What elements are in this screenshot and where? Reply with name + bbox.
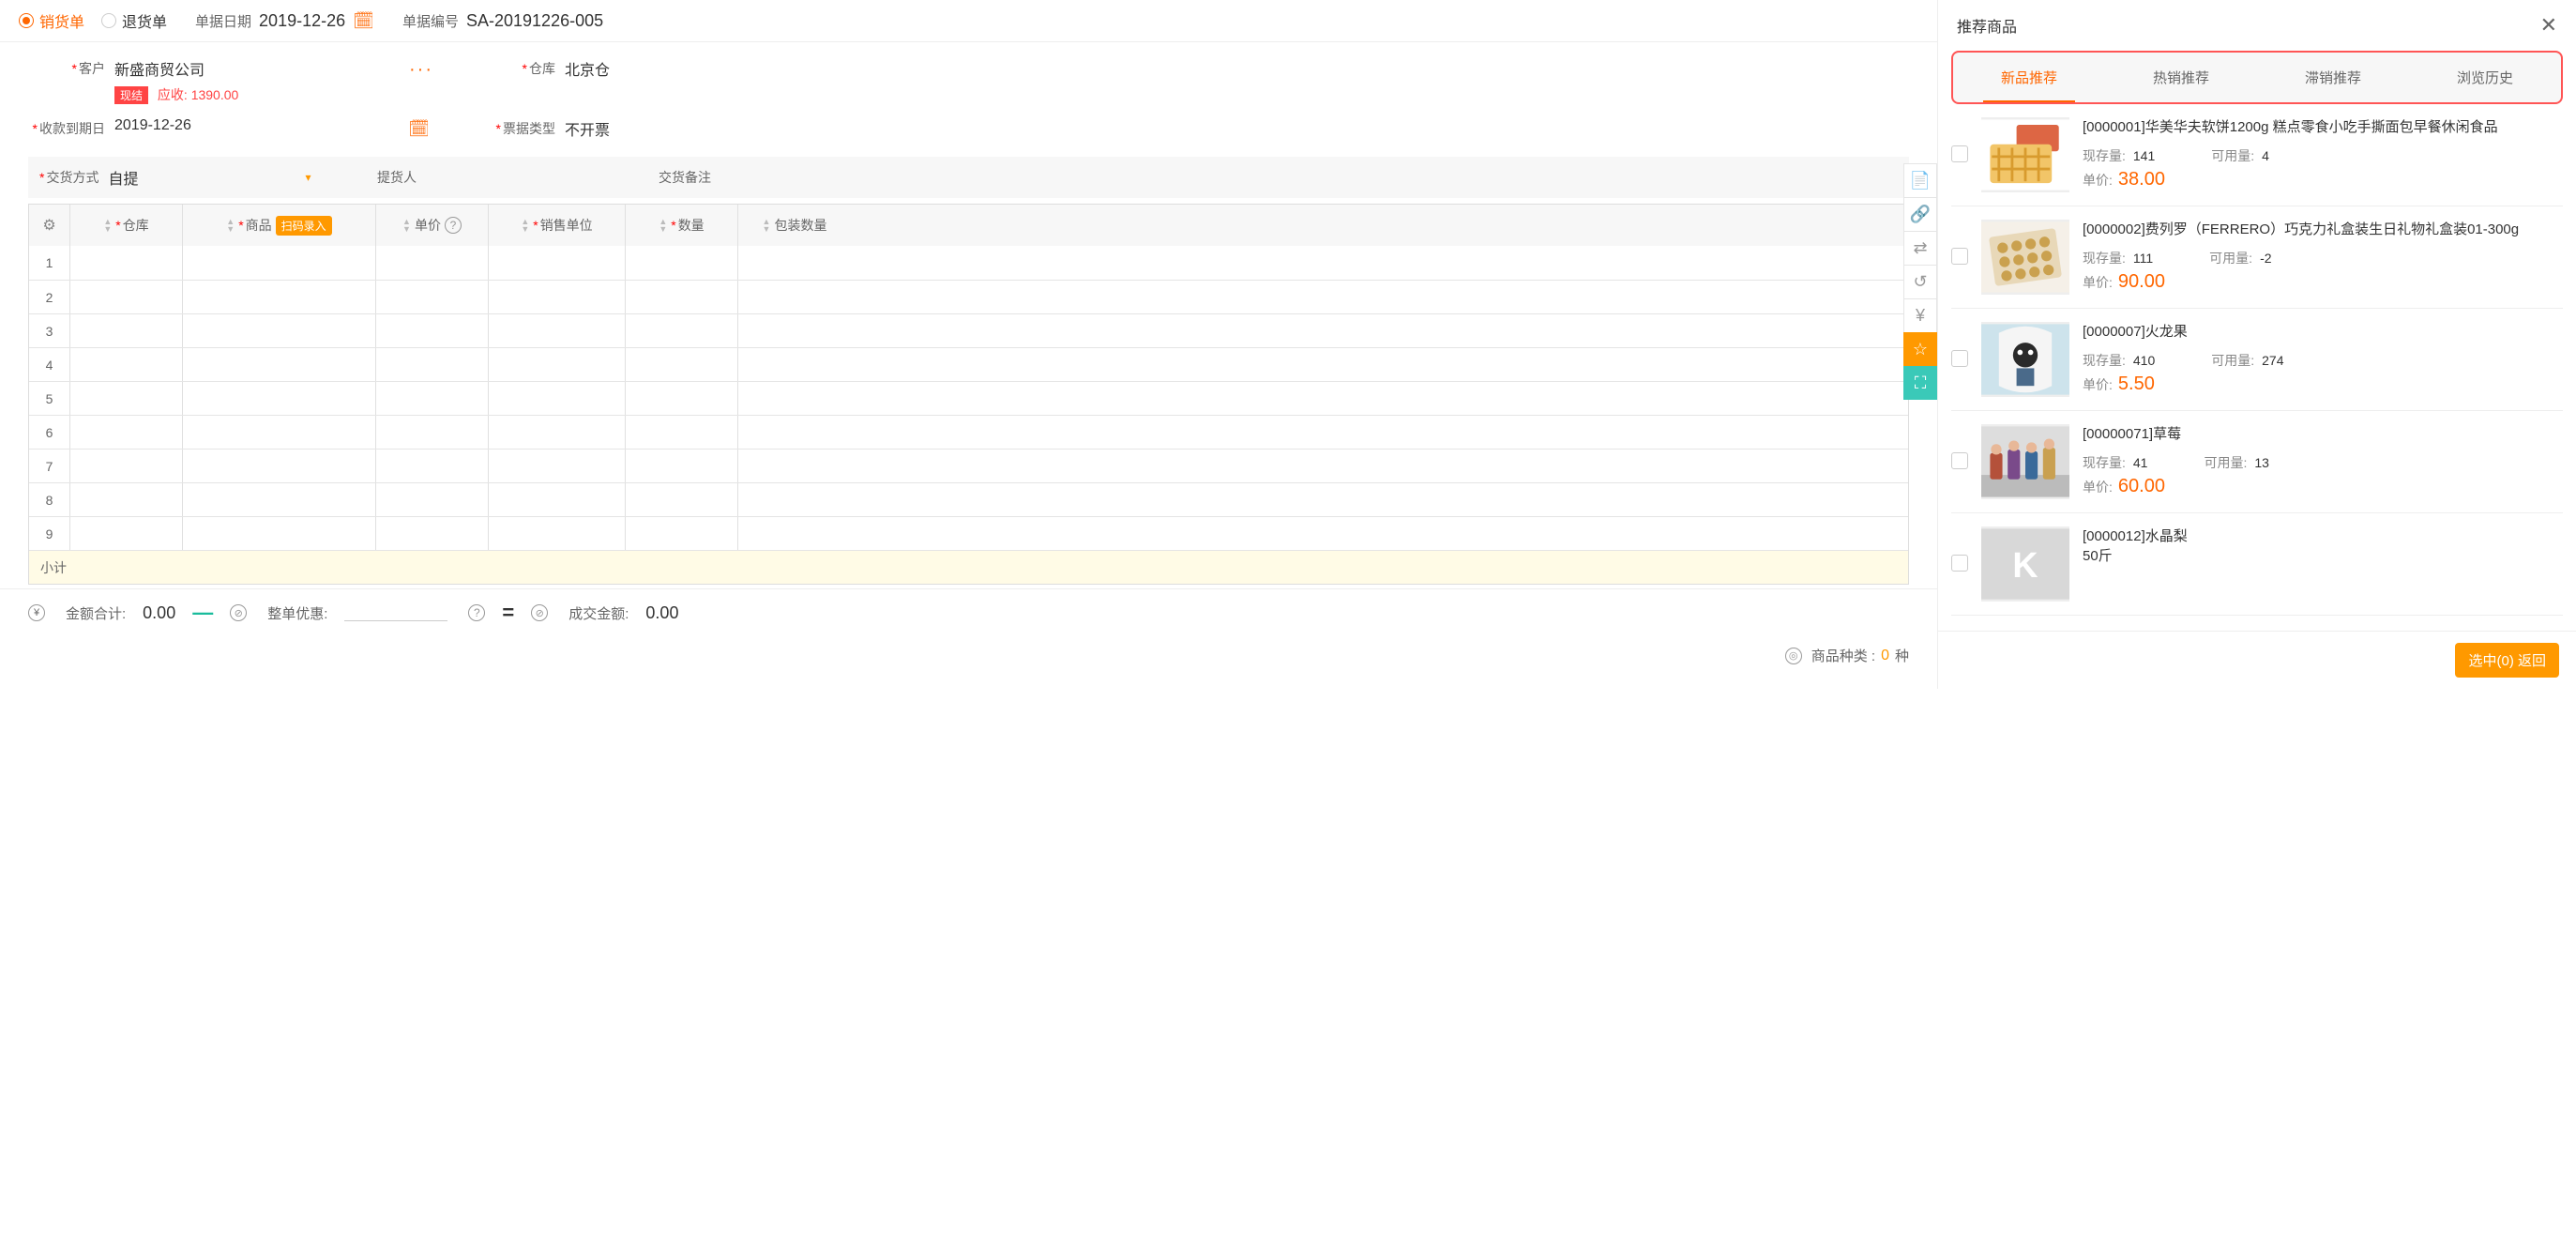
close-icon[interactable]: ✕ xyxy=(2540,13,2557,38)
table-row[interactable]: 5 xyxy=(29,381,1908,415)
product-checkbox[interactable] xyxy=(1951,248,1968,265)
table-row[interactable]: 4 xyxy=(29,347,1908,381)
no-edit-icon: ⊘ xyxy=(230,604,247,621)
doc-no-value: SA-20191226-005 xyxy=(466,11,603,31)
pay-due-field[interactable]: 2019-12-26 xyxy=(114,115,433,134)
scan-input-button[interactable]: 扫码录入 xyxy=(276,216,332,236)
calendar-icon[interactable]: 🗓 xyxy=(353,11,374,31)
delivery-mode-select[interactable]: 自提 xyxy=(108,166,311,189)
table-row[interactable]: 1 xyxy=(29,246,1908,280)
history-icon[interactable]: ↺ xyxy=(1903,265,1937,298)
table-row[interactable]: 7 xyxy=(29,449,1908,482)
info-icon[interactable]: ? xyxy=(445,217,462,234)
product-thumb xyxy=(1981,322,2069,397)
exchange-icon[interactable]: ⇄ xyxy=(1903,231,1937,265)
doc-icon[interactable]: 📄 xyxy=(1903,163,1937,197)
product-thumb: K xyxy=(1981,526,2069,602)
chevron-down-icon[interactable]: ▾ xyxy=(305,171,311,184)
customer-picker-icon[interactable]: ··· xyxy=(409,59,433,81)
product-item: [0000002]费列罗（FERRERO）巧克力礼盒装生日礼物礼盒装01-300… xyxy=(1951,206,2563,309)
product-name: [0000002]费列罗（FERRERO）巧克力礼盒装生日礼物礼盒装01-300… xyxy=(2083,220,2563,239)
tab-0[interactable]: 新品推荐 xyxy=(1953,53,2105,102)
panel-title: 推荐商品 xyxy=(1957,14,2017,37)
deal-amount: 0.00 xyxy=(645,603,678,623)
gear-icon[interactable]: ⚙ xyxy=(42,216,55,235)
sales-order-radio[interactable]: 销货单 xyxy=(19,9,84,32)
tab-1[interactable]: 热销推荐 xyxy=(2105,53,2257,102)
product-item: [0000007]火龙果现存量:410可用量:274单价:5.50 xyxy=(1951,309,2563,411)
product-item: [00000071]草莓现存量:41可用量:13单价:60.00 xyxy=(1951,411,2563,513)
table-row[interactable]: 9 xyxy=(29,516,1908,550)
product-thumb xyxy=(1981,117,2069,192)
tag-icon: ◎ xyxy=(1785,648,1802,664)
delivery-remark-label: 交货备注 xyxy=(659,168,711,187)
no-edit-icon: ⊘ xyxy=(531,604,548,621)
amount-total: 0.00 xyxy=(143,603,175,623)
product-checkbox[interactable] xyxy=(1951,350,1968,367)
product-checkbox[interactable] xyxy=(1951,145,1968,162)
discount-input[interactable] xyxy=(344,605,447,621)
yen-icon: ¥ xyxy=(28,604,45,621)
picker-label: 提货人 xyxy=(377,168,417,187)
product-thumb xyxy=(1981,424,2069,499)
product-name: [0000007]火龙果 xyxy=(2083,322,2563,342)
product-name: [0000012]水晶梨50斤 xyxy=(2083,526,2563,566)
calendar-icon[interactable]: 🗓 xyxy=(408,119,430,139)
product-name: [0000001]华美华夫软饼1200g 糕点零食小吃手撕面包早餐休闲食品 xyxy=(2083,117,2563,137)
table-row[interactable]: 2 xyxy=(29,280,1908,313)
table-row[interactable]: 8 xyxy=(29,482,1908,516)
selected-return-button[interactable]: 选中(0) 返回 xyxy=(2455,643,2559,678)
svg-text:K: K xyxy=(2012,545,2038,585)
doc-date-label: 单据日期 xyxy=(195,11,251,31)
subtotal-row: 小计 xyxy=(29,550,1908,584)
product-item: [0000001]华美华夫软饼1200g 糕点零食小吃手撕面包早餐休闲食品现存量… xyxy=(1951,104,2563,206)
invoice-type-field[interactable]: 不开票 xyxy=(565,115,610,140)
product-name: [00000071]草莓 xyxy=(2083,424,2563,444)
link-icon[interactable]: 🔗 xyxy=(1903,197,1937,231)
return-order-radio[interactable]: 退货单 xyxy=(101,9,167,32)
tab-3[interactable]: 浏览历史 xyxy=(2409,53,2561,102)
product-checkbox[interactable] xyxy=(1951,452,1968,469)
star-icon[interactable]: ☆ xyxy=(1903,332,1937,366)
doc-no-label: 单据编号 xyxy=(402,11,459,31)
product-checkbox[interactable] xyxy=(1951,555,1968,572)
expand-icon[interactable]: ⛶ xyxy=(1903,366,1937,400)
currency-icon[interactable]: ¥ xyxy=(1903,298,1937,332)
tab-2[interactable]: 滞销推荐 xyxy=(2257,53,2409,102)
doc-date-value[interactable]: 2019-12-26 xyxy=(259,11,345,31)
customer-field[interactable]: 新盛商贸公司 xyxy=(114,55,433,80)
product-item: K [0000012]水晶梨50斤 xyxy=(1951,513,2563,616)
product-thumb xyxy=(1981,220,2069,295)
warehouse-field[interactable]: 北京仓 xyxy=(565,55,610,80)
table-row[interactable]: 6 xyxy=(29,415,1908,449)
info-icon[interactable]: ? xyxy=(468,604,485,621)
table-row[interactable]: 3 xyxy=(29,313,1908,347)
settle-badge: 现结 xyxy=(114,86,148,104)
